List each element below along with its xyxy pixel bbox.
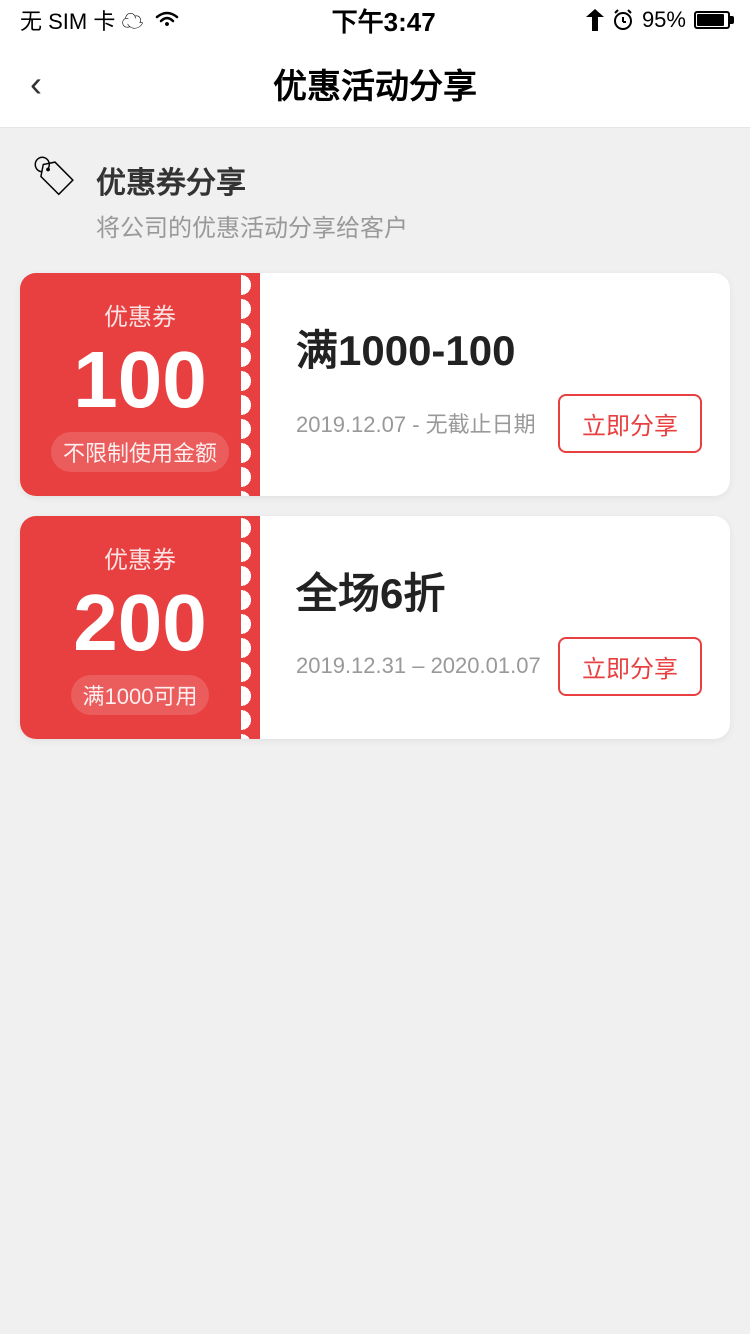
coupon-left-2: 优惠券 200 满1000可用 <box>20 516 260 739</box>
coupon-list: 优惠券 100 不限制使用金额 满1000-100 2019.12.07 - 无… <box>0 263 750 769</box>
coupon-label-1: 优惠券 <box>104 297 176 332</box>
wifi-icon <box>153 10 181 30</box>
section-header: 🏷 优惠券分享 将公司的优惠活动分享给客户 <box>0 128 750 263</box>
coupon-label-2: 优惠券 <box>104 540 176 575</box>
coupon-right-2: 全场6折 2019.12.31 – 2020.01.07 立即分享 <box>260 516 730 739</box>
location-icon <box>586 9 604 31</box>
alarm-icon <box>612 9 634 31</box>
status-right: 95% <box>586 7 730 33</box>
nav-bar: ‹ 优惠活动分享 <box>0 40 750 128</box>
battery-percent: 95% <box>642 7 686 33</box>
coupon-date-1: 2019.12.07 - 无截止日期 <box>296 407 536 439</box>
status-left: 无 SIM 卡 ☁ <box>20 4 181 36</box>
coupon-right-1: 满1000-100 2019.12.07 - 无截止日期 立即分享 <box>260 273 730 496</box>
sim-status: 无 SIM 卡 ☁ <box>20 4 143 36</box>
coupon-name-2: 全场6折 <box>296 560 702 621</box>
coupon-condition-2: 满1000可用 <box>71 675 210 715</box>
empty-area <box>0 769 750 1269</box>
coupon-section-icon: 🏷 <box>30 158 80 208</box>
coupon-amount-2: 200 <box>73 583 206 663</box>
share-button-2[interactable]: 立即分享 <box>558 637 702 696</box>
back-button[interactable]: ‹ <box>30 63 42 105</box>
coupon-date-2: 2019.12.31 – 2020.01.07 <box>296 653 541 679</box>
coupon-card-2: 优惠券 200 满1000可用 全场6折 2019.12.31 – 2020.0… <box>20 516 730 739</box>
page-title: 优惠活动分享 <box>273 59 477 108</box>
coupon-name-1: 满1000-100 <box>296 317 702 378</box>
coupon-footer-1: 2019.12.07 - 无截止日期 立即分享 <box>296 394 702 453</box>
coupon-left-1: 优惠券 100 不限制使用金额 <box>20 273 260 496</box>
battery-icon <box>694 11 730 29</box>
coupon-amount-1: 100 <box>73 340 206 420</box>
coupon-condition-1: 不限制使用金额 <box>51 432 229 472</box>
share-button-1[interactable]: 立即分享 <box>558 394 702 453</box>
section-subtitle: 将公司的优惠活动分享给客户 <box>96 208 408 243</box>
status-time: 下午3:47 <box>332 2 436 39</box>
coupon-footer-2: 2019.12.31 – 2020.01.07 立即分享 <box>296 637 702 696</box>
section-title: 优惠券分享 <box>96 158 408 202</box>
section-text-group: 优惠券分享 将公司的优惠活动分享给客户 <box>96 158 408 243</box>
coupon-card-1: 优惠券 100 不限制使用金额 满1000-100 2019.12.07 - 无… <box>20 273 730 496</box>
status-bar: 无 SIM 卡 ☁ 下午3:47 95% <box>0 0 750 40</box>
